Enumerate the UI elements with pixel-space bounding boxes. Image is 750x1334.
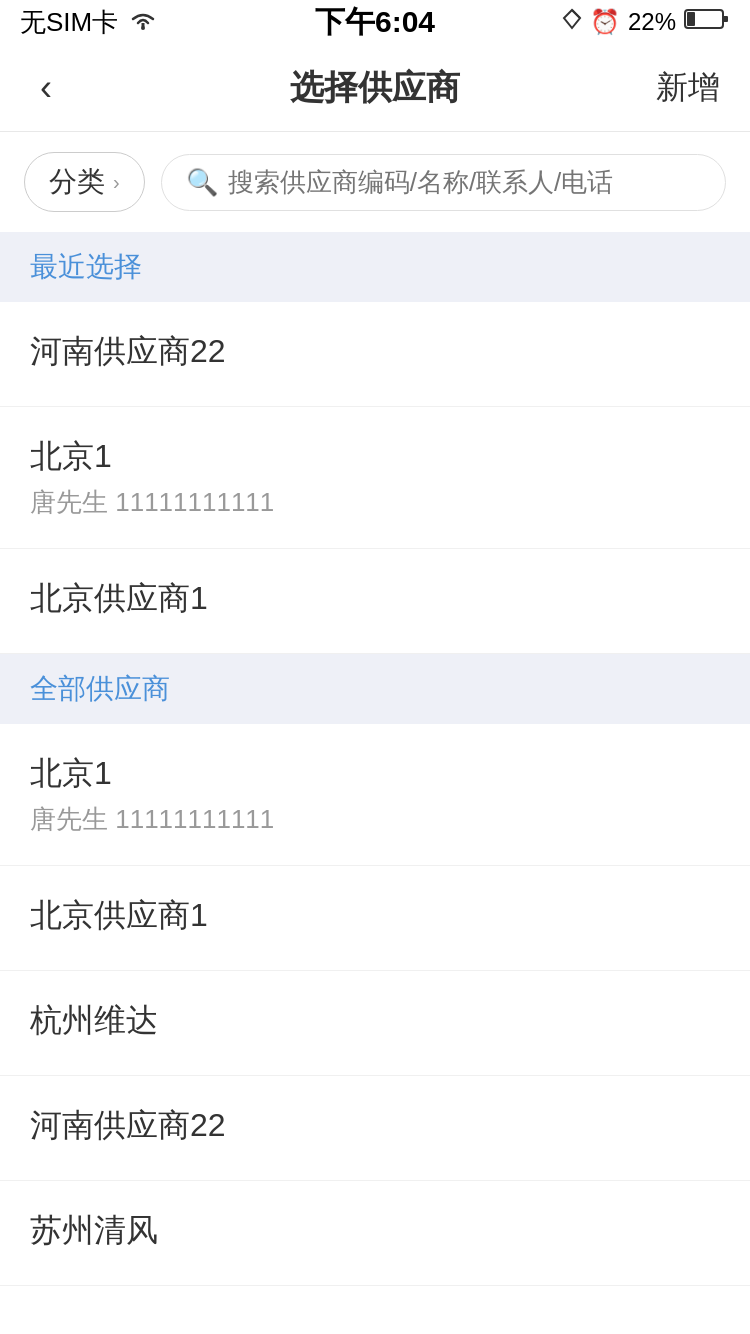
location-icon [562, 8, 582, 36]
alarm-icon: ⏰ [590, 8, 620, 36]
item-name: 苏州清风 [30, 1209, 720, 1253]
recent-list-item[interactable]: 北京供应商1 [0, 549, 750, 654]
filter-bar: 分类 › 🔍 [0, 132, 750, 232]
item-name: 北京1 [30, 752, 720, 796]
all-list-item[interactable]: 北京1 唐先生 11111111111 [0, 724, 750, 866]
all-section-label: 全部供应商 [30, 673, 170, 704]
item-name: 北京1 [30, 435, 720, 479]
recent-list-item[interactable]: 北京1 唐先生 11111111111 [0, 407, 750, 549]
item-sub: 唐先生 11111111111 [30, 485, 720, 520]
item-name: 河南供应商22 [30, 1104, 720, 1148]
nav-bar: ‹ 选择供应商 新增 [0, 44, 750, 132]
item-name: 河南供应商22 [30, 330, 720, 374]
status-right: ⏰ 22% [562, 7, 730, 37]
search-box[interactable]: 🔍 [161, 154, 726, 211]
item-name: 北京供应商1 [30, 894, 720, 938]
all-list: 北京1 唐先生 11111111111 北京供应商1 杭州维达河南供应商22 苏州清风 [0, 724, 750, 1286]
svg-point-0 [141, 26, 145, 30]
item-sub: 唐先生 11111111111 [30, 802, 720, 837]
all-list-item[interactable]: 杭州维达 [0, 971, 750, 1076]
status-bar: 无SIM卡 下午6:04 ⏰ 22% [0, 0, 750, 44]
all-list-item[interactable]: 苏州清风 [0, 1181, 750, 1286]
wifi-icon [128, 7, 158, 38]
item-name: 杭州维达 [30, 999, 720, 1043]
nav-title: 选择供应商 [290, 65, 460, 111]
battery-icon [684, 7, 730, 37]
all-list-item[interactable]: 河南供应商22 [0, 1076, 750, 1181]
recent-list-item[interactable]: 河南供应商22 [0, 302, 750, 407]
svg-rect-3 [687, 12, 695, 26]
search-input[interactable] [228, 167, 701, 198]
category-label: 分类 [49, 163, 105, 201]
signal-text: 无SIM卡 [20, 5, 118, 40]
search-icon: 🔍 [186, 167, 218, 198]
all-section-header: 全部供应商 [0, 654, 750, 724]
recent-section-label: 最近选择 [30, 251, 142, 282]
category-filter-button[interactable]: 分类 › [24, 152, 145, 212]
chevron-right-icon: › [113, 171, 120, 194]
back-button[interactable]: ‹ [30, 57, 62, 119]
recent-section-header: 最近选择 [0, 232, 750, 302]
battery-text: 22% [628, 8, 676, 36]
all-list-item[interactable]: 北京供应商1 [0, 866, 750, 971]
svg-rect-2 [723, 16, 728, 22]
status-time: 下午6:04 [315, 2, 435, 43]
recent-list: 河南供应商22 北京1 唐先生 11111111111 北京供应商1 [0, 302, 750, 654]
item-name: 北京供应商1 [30, 577, 720, 621]
new-action-button[interactable]: 新增 [656, 66, 720, 110]
status-left: 无SIM卡 [20, 5, 158, 40]
